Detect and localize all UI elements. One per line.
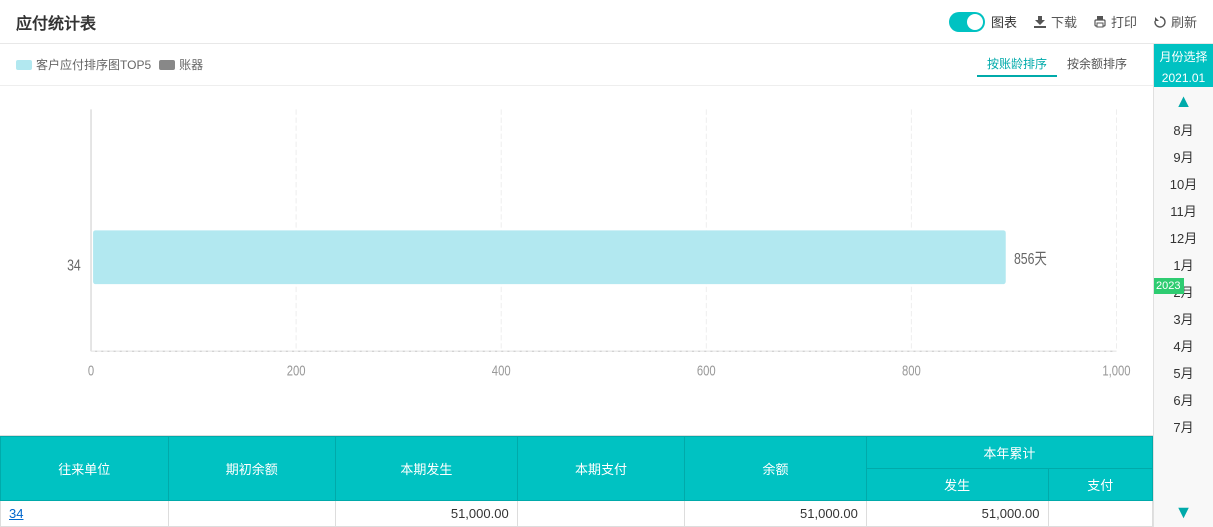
month-item-3[interactable]: 3月 — [1154, 305, 1213, 332]
scroll-up-button[interactable]: ▲ — [1154, 87, 1213, 116]
legend-item-bar: 客户应付排序图TOP5 — [16, 56, 151, 73]
sort-by-accounts-btn[interactable]: 按账龄排序 — [977, 52, 1057, 77]
table-wrapper: 往来单位 期初余额 本期发生 本期支付 余额 本年累计 发生 支付 — [0, 436, 1153, 527]
table-row: 34 51,000.00 51,000.00 51,000.00 — [1, 501, 1153, 527]
month-item-5[interactable]: 5月 — [1154, 359, 1213, 386]
month-item-1-jan[interactable]: 1月 — [1154, 251, 1213, 278]
cell-balance: 51,000.00 — [685, 501, 867, 527]
cell-unit: 34 — [1, 501, 169, 527]
legend-label-account: 账器 — [179, 56, 203, 73]
col-unit-header: 往来单位 — [1, 437, 169, 501]
cell-ytd-pay — [1048, 501, 1152, 527]
col-occur-header: 本期发生 — [336, 437, 518, 501]
download-label: 下载 — [1051, 12, 1077, 31]
svg-text:34: 34 — [67, 257, 81, 275]
header-actions: 图表 下载 打印 刷新 — [949, 12, 1197, 32]
svg-text:800: 800 — [902, 362, 921, 379]
month-list: 8月 9月 10月 11月 12月 1月 2023 2月 3月 4月 5月 6月… — [1154, 116, 1213, 498]
data-table: 往来单位 期初余额 本期发生 本期支付 余额 本年累计 发生 支付 — [0, 436, 1153, 527]
download-icon — [1033, 15, 1047, 29]
refresh-button[interactable]: 刷新 — [1153, 12, 1197, 31]
month-item-10[interactable]: 10月 — [1154, 170, 1213, 197]
cell-ytd-occur: 51,000.00 — [866, 501, 1048, 527]
refresh-icon — [1153, 15, 1167, 29]
sort-by-balance-btn[interactable]: 按余额排序 — [1057, 52, 1137, 77]
chart-toolbar: 客户应付排序图TOP5 账器 按账龄排序 按余额排序 — [0, 44, 1153, 86]
unit-link[interactable]: 34 — [9, 506, 23, 521]
legend-color-bar — [16, 60, 32, 70]
bar-chart: 34 856天 0 200 400 600 800 1,000 — [50, 96, 1137, 405]
sidebar-current-date: 2021.01 — [1154, 69, 1213, 87]
col-ytd-header: 本年累计 — [866, 437, 1152, 469]
month-item-4[interactable]: 4月 — [1154, 332, 1213, 359]
legend-group: 客户应付排序图TOP5 账器 — [16, 56, 203, 73]
svg-text:400: 400 — [492, 362, 511, 379]
month-item-9[interactable]: 9月 — [1154, 143, 1213, 170]
print-button[interactable]: 打印 — [1093, 12, 1137, 31]
svg-text:1,000: 1,000 — [1102, 362, 1130, 379]
refresh-label: 刷新 — [1171, 12, 1197, 31]
download-button[interactable]: 下载 — [1033, 12, 1077, 31]
legend-label-top5: 客户应付排序图TOP5 — [36, 56, 151, 73]
month-item-8[interactable]: 8月 — [1154, 116, 1213, 143]
page-title: 应付统计表 — [16, 10, 96, 34]
month-item-6[interactable]: 6月 — [1154, 386, 1213, 413]
scroll-down-button[interactable]: ▼ — [1154, 498, 1213, 527]
sort-buttons: 按账龄排序 按余额排序 — [977, 52, 1137, 77]
print-icon — [1093, 15, 1107, 29]
month-item-7[interactable]: 7月 — [1154, 413, 1213, 440]
year-badge: 2023 — [1154, 278, 1184, 294]
chart-area: 34 856天 0 200 400 600 800 1,000 — [0, 86, 1153, 435]
sidebar-title: 月份选择 — [1154, 44, 1213, 69]
legend-item-account: 账器 — [159, 56, 203, 73]
cell-pay — [517, 501, 685, 527]
cell-opening — [168, 501, 336, 527]
data-table-section: 往来单位 期初余额 本期发生 本期支付 余额 本年累计 发生 支付 — [0, 435, 1153, 527]
svg-text:856天: 856天 — [1014, 250, 1047, 268]
legend-color-account — [159, 60, 175, 70]
chart-toggle-label: 图表 — [991, 12, 1017, 31]
month-sidebar: 月份选择 2021.01 ▲ 8月 9月 10月 11月 12月 1月 2023… — [1153, 44, 1213, 527]
chart-toggle[interactable] — [949, 12, 985, 32]
col-opening-header: 期初余额 — [168, 437, 336, 501]
col-pay-header: 本期支付 — [517, 437, 685, 501]
svg-text:600: 600 — [697, 362, 716, 379]
col-ytd-occur-header: 发生 — [866, 469, 1048, 501]
year-divider: 1月 2023 — [1154, 251, 1213, 278]
col-ytd-pay-header: 支付 — [1048, 469, 1152, 501]
chart-toggle-group[interactable]: 图表 — [949, 12, 1017, 32]
print-label: 打印 — [1111, 12, 1137, 31]
col-balance-header: 余额 — [685, 437, 867, 501]
table-body: 34 51,000.00 51,000.00 51,000.00 — [1, 501, 1153, 527]
cell-occur: 51,000.00 — [336, 501, 518, 527]
month-item-12[interactable]: 12月 — [1154, 224, 1213, 251]
svg-text:0: 0 — [88, 362, 94, 379]
svg-text:200: 200 — [287, 362, 306, 379]
month-item-11[interactable]: 11月 — [1154, 197, 1213, 224]
